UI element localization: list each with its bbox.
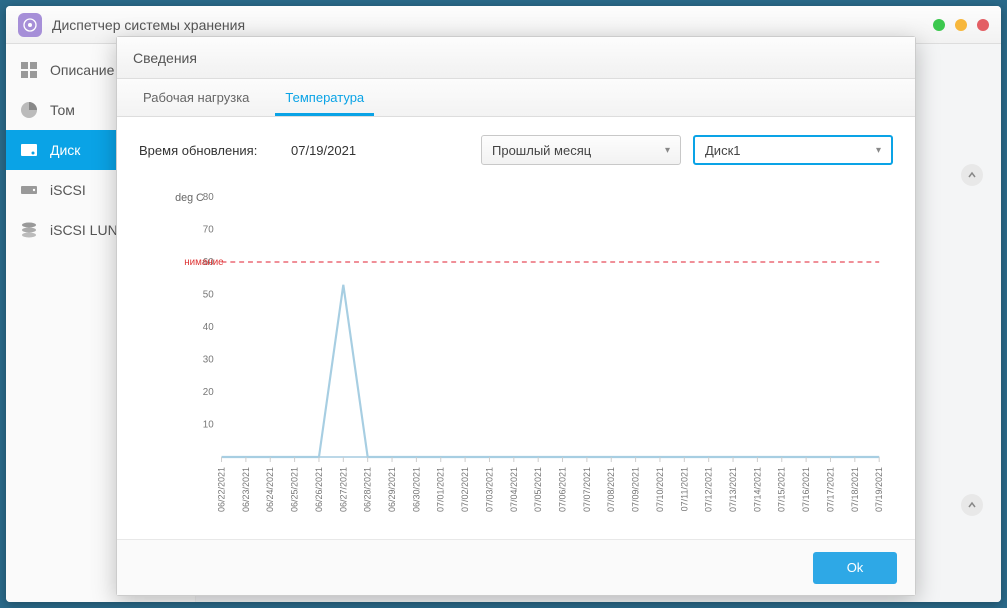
modal-tabs: Рабочая нагрузка Температура	[117, 79, 915, 117]
svg-text:07/17/2021: 07/17/2021	[825, 467, 835, 512]
svg-text:50: 50	[203, 289, 214, 300]
svg-text:06/23/2021: 06/23/2021	[241, 467, 251, 512]
svg-text:07/04/2021: 07/04/2021	[509, 467, 519, 512]
tab-label: Рабочая нагрузка	[143, 90, 249, 105]
update-time-value: 07/19/2021	[291, 143, 431, 158]
disk-icon	[20, 141, 38, 159]
svg-text:07/09/2021: 07/09/2021	[631, 467, 641, 512]
svg-text:06/25/2021: 06/25/2021	[290, 467, 300, 512]
svg-text:07/15/2021: 07/15/2021	[777, 467, 787, 512]
svg-text:нимание: нимание	[184, 257, 224, 268]
svg-text:07/14/2021: 07/14/2021	[752, 467, 762, 512]
pie-icon	[20, 101, 38, 119]
sidebar-item-label: Том	[50, 102, 75, 118]
tab-label: Температура	[285, 90, 364, 105]
maximize-button[interactable]	[955, 19, 967, 31]
svg-text:07/07/2021: 07/07/2021	[582, 467, 592, 512]
svg-text:20: 20	[203, 387, 214, 398]
svg-text:07/18/2021: 07/18/2021	[850, 467, 860, 512]
scroll-up-knob[interactable]	[961, 164, 983, 186]
sidebar-item-label: Описание	[50, 62, 114, 78]
sidebar-item-label: iSCSI LUN	[50, 222, 118, 238]
chevron-down-icon: ▾	[876, 145, 881, 156]
svg-text:07/08/2021: 07/08/2021	[606, 467, 616, 512]
temperature-chart: deg C1020304050607080нимание06/22/202106…	[139, 179, 893, 527]
svg-text:06/30/2021: 06/30/2021	[411, 467, 421, 512]
svg-text:06/22/2021: 06/22/2021	[217, 467, 227, 512]
tab-temperature[interactable]: Температура	[267, 79, 382, 116]
sidebar-item-label: iSCSI	[50, 182, 86, 198]
svg-text:07/16/2021: 07/16/2021	[801, 467, 811, 512]
update-time-label: Время обновления:	[139, 143, 279, 158]
svg-text:06/29/2021: 06/29/2021	[387, 467, 397, 512]
svg-text:06/27/2021: 06/27/2021	[338, 467, 348, 512]
disk-select-value: Диск1	[705, 143, 740, 158]
stack-icon	[20, 221, 38, 239]
modal-body: Время обновления: 07/19/2021 Прошлый мес…	[117, 117, 915, 539]
svg-text:07/01/2021: 07/01/2021	[436, 467, 446, 512]
overview-icon	[20, 61, 38, 79]
minimize-button[interactable]	[933, 19, 945, 31]
svg-text:07/11/2021: 07/11/2021	[679, 467, 689, 511]
svg-text:30: 30	[203, 354, 214, 365]
svg-text:70: 70	[203, 224, 214, 235]
svg-text:07/05/2021: 07/05/2021	[533, 467, 543, 512]
svg-text:07/13/2021: 07/13/2021	[728, 467, 738, 512]
drive-icon	[20, 181, 38, 199]
svg-text:deg C: deg C	[175, 192, 204, 204]
app-window: Диспетчер системы хранения Описание Том	[6, 6, 1001, 602]
svg-text:07/03/2021: 07/03/2021	[484, 467, 494, 512]
svg-text:07/19/2021: 07/19/2021	[874, 467, 884, 512]
details-modal: Сведения Рабочая нагрузка Температура Вр…	[116, 36, 916, 596]
svg-text:06/24/2021: 06/24/2021	[265, 467, 275, 512]
svg-text:40: 40	[203, 322, 214, 333]
sidebar-item-label: Диск	[50, 142, 80, 158]
svg-text:10: 10	[203, 419, 214, 430]
traffic-lights	[933, 19, 989, 31]
period-select[interactable]: Прошлый месяц ▾	[481, 135, 681, 165]
svg-text:07/02/2021: 07/02/2021	[460, 467, 470, 512]
close-button[interactable]	[977, 19, 989, 31]
modal-title: Сведения	[117, 37, 915, 79]
chevron-down-icon: ▾	[665, 145, 670, 156]
controls-row: Время обновления: 07/19/2021 Прошлый мес…	[139, 135, 893, 165]
svg-text:07/12/2021: 07/12/2021	[704, 467, 714, 512]
svg-text:06/26/2021: 06/26/2021	[314, 467, 324, 512]
svg-text:80: 80	[203, 192, 214, 203]
window-title: Диспетчер системы хранения	[52, 17, 245, 33]
svg-text:07/06/2021: 07/06/2021	[558, 467, 568, 512]
svg-text:06/28/2021: 06/28/2021	[363, 467, 373, 512]
period-select-value: Прошлый месяц	[492, 143, 591, 158]
modal-footer: Ok	[117, 539, 915, 595]
app-icon	[18, 13, 42, 37]
tab-workload[interactable]: Рабочая нагрузка	[125, 79, 267, 116]
svg-text:07/10/2021: 07/10/2021	[655, 467, 665, 512]
scroll-up-knob[interactable]	[961, 494, 983, 516]
ok-button[interactable]: Ok	[813, 552, 897, 584]
disk-select[interactable]: Диск1 ▾	[693, 135, 893, 165]
